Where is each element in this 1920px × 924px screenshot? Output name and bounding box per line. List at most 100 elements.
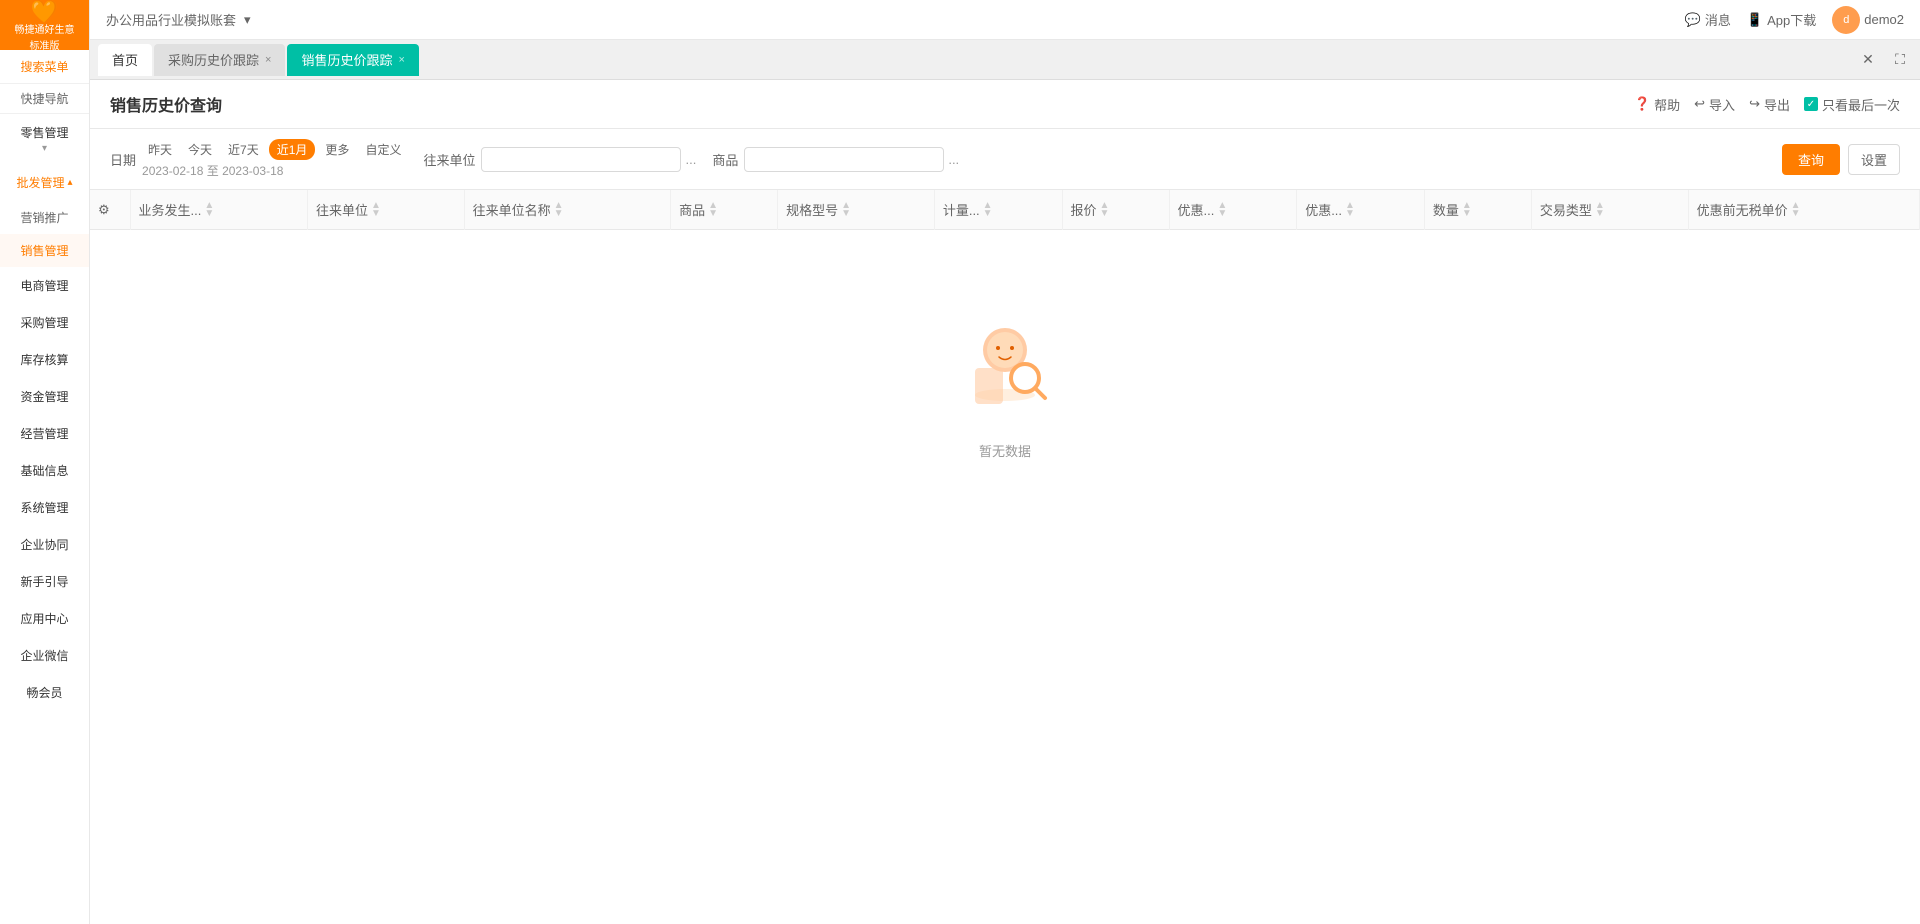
- tab-maximize-btn[interactable]: ⛶: [1888, 48, 1912, 72]
- sidebar-item-retail[interactable]: 零售管理 ▾: [0, 114, 89, 164]
- sort-icon-unit: ▲▼: [983, 202, 993, 218]
- date-label: 日期: [110, 150, 136, 169]
- sidebar-item-system[interactable]: 系统管理: [0, 489, 89, 526]
- message-icon: 💬: [1685, 12, 1701, 28]
- sort-icon-unit-name: ▲▼: [554, 202, 564, 218]
- col-discount1[interactable]: 优惠... ▲▼: [1169, 190, 1297, 230]
- only-last-checkbox[interactable]: ✓ 只看最后一次: [1804, 95, 1900, 114]
- search-menu[interactable]: 搜索菜单: [0, 50, 89, 84]
- sort-icon-unit-code: ▲▼: [371, 202, 381, 218]
- col-settings[interactable]: ⚙: [90, 190, 130, 230]
- date-option-1month[interactable]: 近1月: [269, 139, 316, 160]
- empty-svg: [955, 310, 1055, 410]
- sidebar-item-enterprise[interactable]: 企业协同: [0, 526, 89, 563]
- export-btn[interactable]: ↪ 导出: [1749, 95, 1790, 114]
- col-quantity[interactable]: 数量 ▲▼: [1424, 190, 1531, 230]
- tab-sales-close[interactable]: ×: [398, 54, 404, 66]
- user-profile[interactable]: d demo2: [1832, 6, 1904, 34]
- date-options: 昨天 今天 近7天 近1月 更多 自定义: [142, 139, 407, 160]
- sidebar-item-finance[interactable]: 资金管理: [0, 378, 89, 415]
- quick-nav[interactable]: 快捷导航: [0, 84, 89, 114]
- col-spec[interactable]: 规格型号 ▲▼: [778, 190, 935, 230]
- page-header-actions: ❓ 帮助 ↩ 导入 ↪ 导出 ✓ 只看最后一次: [1634, 95, 1900, 114]
- sidebar-item-newbie[interactable]: 新手引导: [0, 563, 89, 600]
- empty-illustration: [955, 310, 1055, 429]
- page-header: 销售历史价查询 ❓ 帮助 ↩ 导入 ↪ 导出 ✓: [90, 80, 1920, 129]
- date-option-more[interactable]: 更多: [319, 139, 355, 160]
- help-btn[interactable]: ❓ 帮助: [1634, 95, 1680, 114]
- col-unit[interactable]: 计量... ▲▼: [934, 190, 1062, 230]
- query-button[interactable]: 查询: [1782, 144, 1840, 175]
- tab-purchase-history[interactable]: 采购历史价跟踪 ×: [154, 44, 285, 76]
- sidebar-item-wholesale[interactable]: 批发管理 ▴: [0, 164, 89, 201]
- sidebar-item-app-center[interactable]: 应用中心: [0, 600, 89, 637]
- col-unit-name[interactable]: 往来单位名称 ▲▼: [464, 190, 670, 230]
- page-title: 销售历史价查询: [110, 92, 222, 116]
- sort-icon-business-date: ▲▼: [204, 202, 214, 218]
- import-btn[interactable]: ↩ 导入: [1694, 95, 1735, 114]
- sidebar: 🧡 畅捷通好生意 标准版 搜索菜单 快捷导航 零售管理 ▾ 批发管理 ▴ 营销推…: [0, 0, 90, 924]
- logo-icon: 🧡: [31, 0, 58, 25]
- product-dots[interactable]: ...: [948, 152, 959, 167]
- customer-label: 往来单位: [423, 150, 475, 169]
- sidebar-item-member[interactable]: 畅会员: [0, 674, 89, 711]
- customer-dots[interactable]: ...: [685, 152, 696, 167]
- message-btn[interactable]: 💬 消息: [1685, 10, 1731, 29]
- import-label: 导入: [1709, 95, 1735, 114]
- col-product[interactable]: 商品 ▲▼: [671, 190, 778, 230]
- workspace-selector[interactable]: 办公用品行业模拟账套 ▾: [106, 10, 251, 29]
- sidebar-item-inventory[interactable]: 库存核算: [0, 341, 89, 378]
- date-option-yesterday[interactable]: 昨天: [142, 139, 178, 160]
- help-label: 帮助: [1654, 95, 1680, 114]
- date-option-custom[interactable]: 自定义: [359, 139, 407, 160]
- settings-button[interactable]: 设置: [1848, 144, 1900, 175]
- sidebar-item-ecommerce[interactable]: 电商管理: [0, 267, 89, 304]
- message-label: 消息: [1705, 10, 1731, 29]
- quick-nav-label: 快捷导航: [0, 90, 89, 107]
- import-icon: ↩: [1694, 96, 1705, 112]
- sidebar-item-sales-mgmt[interactable]: 销售管理: [0, 234, 89, 267]
- tab-purchase-close[interactable]: ×: [265, 54, 271, 66]
- col-trade-type[interactable]: 交易类型 ▲▼: [1531, 190, 1688, 230]
- date-filter: 日期 昨天 今天 近7天 近1月 更多 自定义 2023-02-18 至 202…: [110, 139, 407, 179]
- tab-home[interactable]: 首页: [98, 44, 152, 76]
- col-business-date[interactable]: 业务发生... ▲▼: [130, 190, 307, 230]
- sidebar-item-purchase[interactable]: 采购管理: [0, 304, 89, 341]
- sort-icon-discount1: ▲▼: [1217, 202, 1227, 218]
- filter-bar: 日期 昨天 今天 近7天 近1月 更多 自定义 2023-02-18 至 202…: [90, 129, 1920, 190]
- data-table-container: ⚙ 业务发生... ▲▼ 往来单位 ▲▼: [90, 190, 1920, 924]
- col-unit-code[interactable]: 往来单位 ▲▼: [307, 190, 464, 230]
- tab-purchase-label: 采购历史价跟踪: [168, 50, 259, 69]
- gear-icon[interactable]: ⚙: [98, 202, 110, 217]
- date-option-today[interactable]: 今天: [182, 139, 218, 160]
- only-last-label: 只看最后一次: [1822, 95, 1900, 114]
- top-header: 办公用品行业模拟账套 ▾ 💬 消息 📱 App下载 d demo2: [90, 0, 1920, 40]
- wholesale-label: 批发管理: [16, 174, 64, 191]
- customer-input[interactable]: [481, 147, 681, 172]
- checkbox-icon: ✓: [1804, 97, 1818, 111]
- tab-bar-actions: ✕ ⛶: [1856, 48, 1912, 72]
- col-pre-tax-price[interactable]: 优惠前无税单价 ▲▼: [1688, 190, 1919, 230]
- retail-label: 零售管理: [20, 124, 68, 141]
- sidebar-item-wechat[interactable]: 企业微信: [0, 637, 89, 674]
- main-area: 办公用品行业模拟账套 ▾ 💬 消息 📱 App下载 d demo2 首页 采购历…: [90, 0, 1920, 924]
- sort-icon-trade-type: ▲▼: [1595, 202, 1605, 218]
- col-price[interactable]: 报价 ▲▼: [1062, 190, 1169, 230]
- tab-sales-history[interactable]: 销售历史价跟踪 ×: [287, 44, 418, 76]
- col-discount2[interactable]: 优惠... ▲▼: [1297, 190, 1425, 230]
- empty-text: 暂无数据: [979, 441, 1031, 460]
- sidebar-item-marketing[interactable]: 营销推广: [0, 201, 89, 234]
- app-logo: 🧡 畅捷通好生意 标准版: [0, 0, 90, 50]
- product-input[interactable]: [744, 147, 944, 172]
- sidebar-item-operations[interactable]: 经营管理: [0, 415, 89, 452]
- export-icon: ↪: [1749, 96, 1760, 112]
- export-label: 导出: [1764, 95, 1790, 114]
- date-option-7days[interactable]: 近7天: [222, 139, 265, 160]
- app-download-btn[interactable]: 📱 App下载: [1747, 10, 1816, 29]
- sort-icon-product: ▲▼: [708, 202, 718, 218]
- retail-arrow: ▾: [42, 143, 47, 154]
- tab-close-all-btn[interactable]: ✕: [1856, 48, 1880, 72]
- sort-icon-quantity: ▲▼: [1462, 202, 1472, 218]
- sidebar-item-basic[interactable]: 基础信息: [0, 452, 89, 489]
- workspace-dropdown-icon: ▾: [244, 12, 251, 28]
